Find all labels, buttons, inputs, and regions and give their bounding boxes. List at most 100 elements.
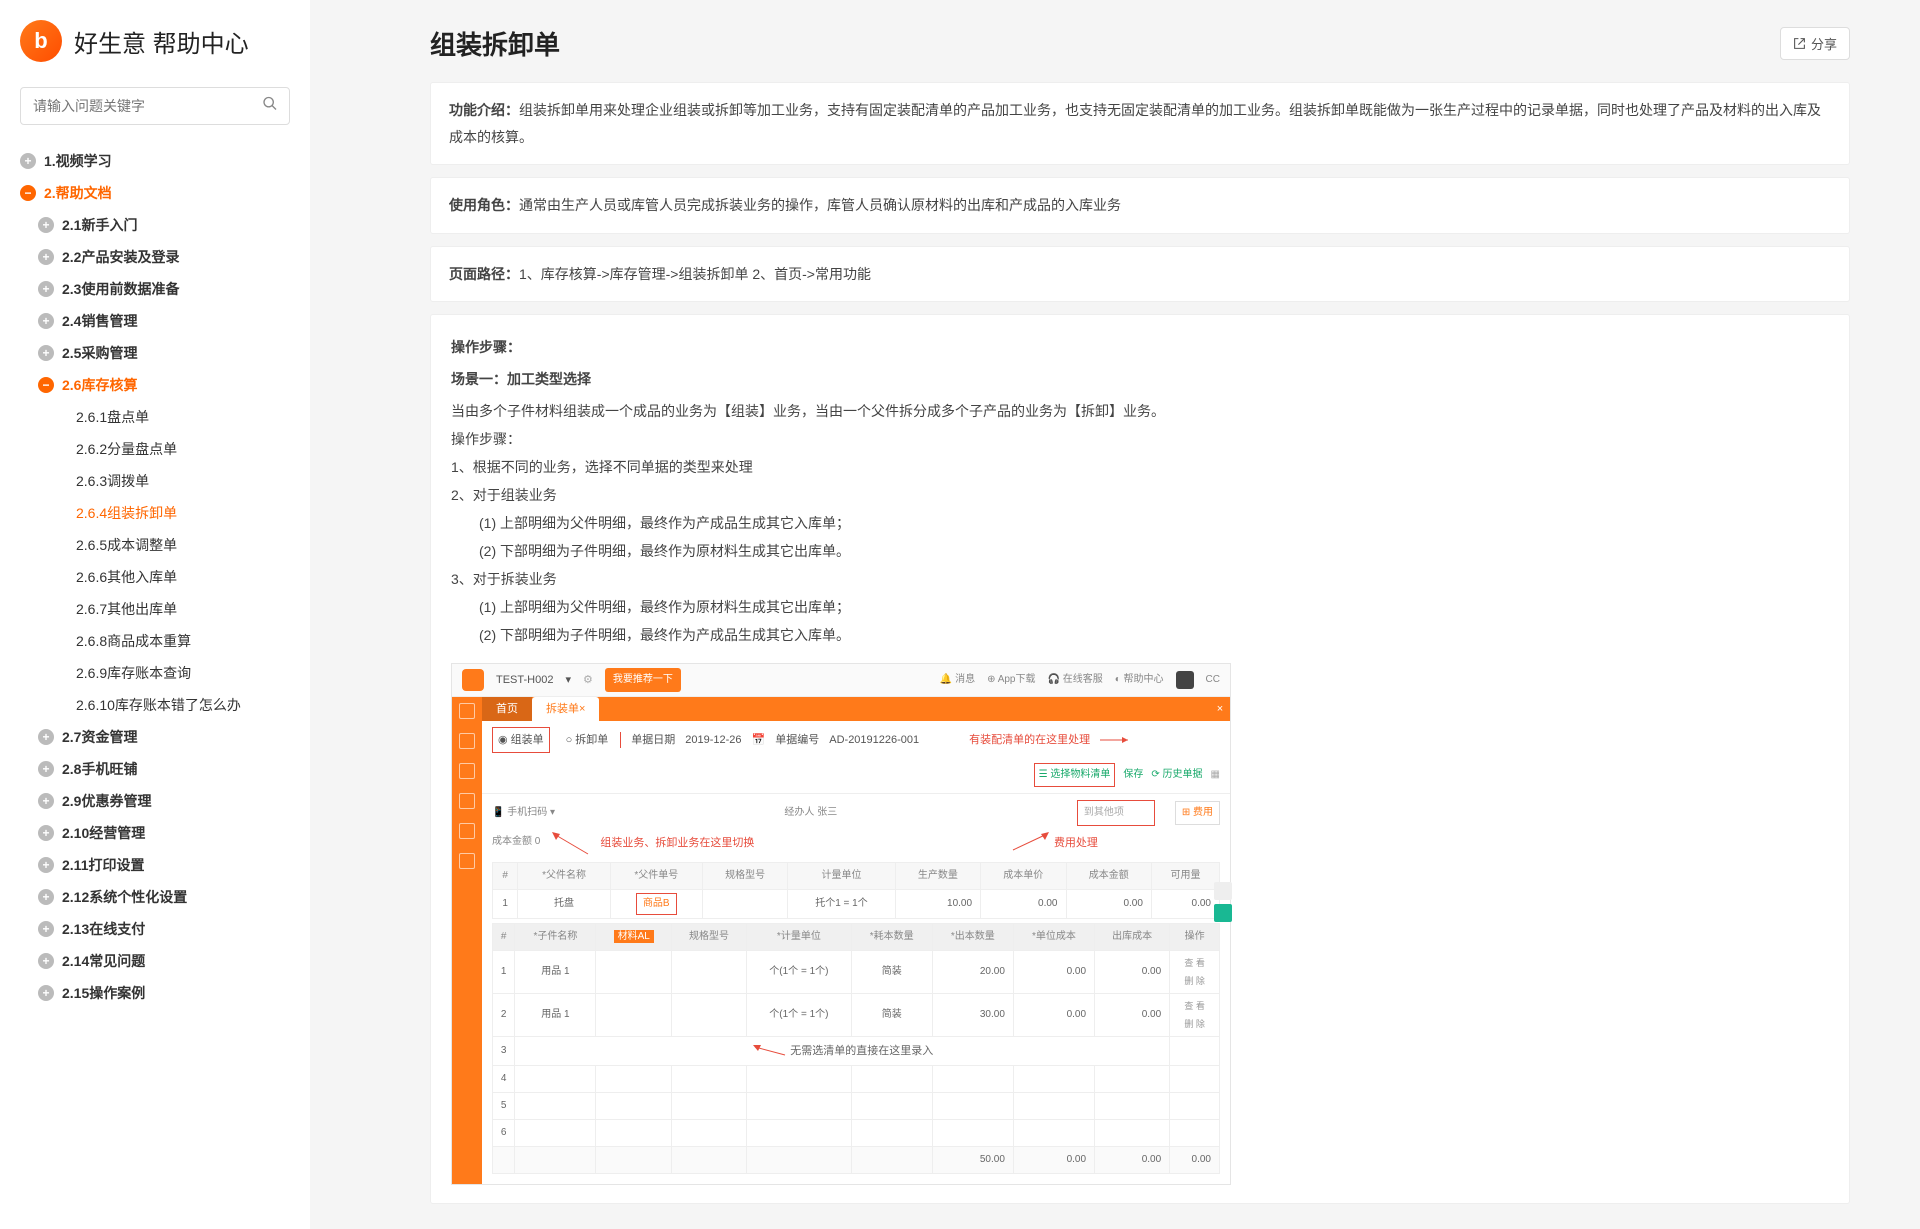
mock-radio-disassemble: ○ 拆卸单	[560, 728, 615, 752]
search-icon[interactable]	[262, 96, 278, 117]
nav-2-9[interactable]: +2.9优惠券管理	[20, 785, 290, 817]
mock-anno-1: 有装配清单的在这里处理	[969, 729, 1090, 751]
plus-icon: +	[38, 281, 54, 297]
nav-2-6-2[interactable]: 2.6.2分量盘点单	[20, 433, 290, 465]
mock-anno-row: 成本金额 0 组装业务、拆卸业务在这里切换 费用处理	[482, 832, 1230, 862]
scene-label: 场景一：加工类型选择	[451, 365, 1829, 393]
nav-2-1[interactable]: +2.1新手入门	[20, 209, 290, 241]
nav-2-14[interactable]: +2.14常见问题	[20, 945, 290, 977]
mock-table-parent: #*父件名称*父件单号规格型号计量单位生产数量成本单价成本金额可用量 1托盘商品…	[482, 862, 1230, 1184]
step-2b: (2) 下部明细为子件明细，最终作为原材料生成其它出库单。	[451, 537, 1829, 565]
logo-icon: b	[20, 20, 62, 62]
nav-2-6-10[interactable]: 2.6.10库存账本错了怎么办	[20, 689, 290, 721]
arrow-icon	[1100, 735, 1130, 745]
mock-logo-icon	[462, 669, 484, 691]
side-icon	[459, 703, 475, 719]
nav-2-4[interactable]: +2.4销售管理	[20, 305, 290, 337]
mock-anno-right: 费用处理	[1054, 837, 1098, 849]
mock-sidenav	[452, 697, 482, 1184]
nav-2-6[interactable]: −2.6库存核算	[20, 369, 290, 401]
mock-date-label: 单据日期	[631, 729, 675, 751]
mock-row2: 📱 手机扫码 ▾ 经办人 张三 到其他项 ⊞ 费用	[482, 794, 1230, 832]
mock-msg: 🔔 消息	[940, 670, 975, 690]
side-icon	[459, 853, 475, 869]
substeps-label: 操作步骤：	[451, 425, 1829, 453]
close-icon: ×	[1210, 698, 1230, 720]
nav-2-13[interactable]: +2.13在线支付	[20, 913, 290, 945]
main: 组装拆卸单 分享 功能介绍：组装拆卸单用来处理企业组装或拆卸等加工业务，支持有固…	[310, 0, 1910, 1229]
logo-row: b 好生意 帮助中心	[20, 20, 290, 62]
mock-top-name: TEST-H002	[496, 669, 553, 691]
plus-icon: +	[38, 857, 54, 873]
nav-2-5[interactable]: +2.5采购管理	[20, 337, 290, 369]
mock-code-label: 单据编号	[775, 729, 819, 751]
mock-code: AD-20191226-001	[829, 729, 919, 751]
table-row: 5	[493, 1093, 1220, 1120]
path-label: 页面路径：	[449, 266, 519, 282]
nav-2-6-7[interactable]: 2.6.7其他出库单	[20, 593, 290, 625]
nav-2-2[interactable]: +2.2产品安装及登录	[20, 241, 290, 273]
plus-icon: +	[38, 313, 54, 329]
role-card: 使用角色：通常由生产人员或库管人员完成拆装业务的操作，库管人员确认原材料的出库和…	[430, 177, 1850, 234]
nav: +1.视频学习 −2.帮助文档 +2.1新手入门 +2.2产品安装及登录 +2.…	[20, 145, 290, 1009]
mock-date: 2019-12-26	[685, 729, 741, 751]
nav-2-7[interactable]: +2.7资金管理	[20, 721, 290, 753]
plus-icon: +	[38, 761, 54, 777]
mock-topbar: TEST-H002 ▾ ⚙ 我要推荐一下 🔔 消息 ⊕ App下载 🎧 在线客服…	[452, 664, 1230, 697]
plus-icon: +	[38, 249, 54, 265]
nav-video[interactable]: +1.视频学习	[20, 145, 290, 177]
nav-2-6-8[interactable]: 2.6.8商品成本重算	[20, 625, 290, 657]
plus-icon: +	[38, 729, 54, 745]
plus-icon: +	[38, 921, 54, 937]
gear-icon: ⚙	[583, 669, 593, 691]
sidebar: b 好生意 帮助中心 +1.视频学习 −2.帮助文档 +2.1新手入门 +2.2…	[0, 0, 310, 1229]
share-button[interactable]: 分享	[1780, 27, 1850, 60]
mock-actions: ☰ 选择物料清单 保存 ⟳ 历史单据 ▦	[1034, 763, 1220, 787]
plus-icon: +	[38, 889, 54, 905]
table-row: 1用品 1个(1个 = 1个)简装20.000.000.00查 看删 除	[493, 951, 1220, 994]
step-3: 3、对于拆装业务	[451, 565, 1829, 593]
role-label: 使用角色：	[449, 197, 519, 213]
steps-label: 操作步骤：	[451, 333, 1829, 361]
mock-tab-home: 首页	[482, 697, 532, 721]
minus-icon: −	[38, 377, 54, 393]
nav-2-6-3[interactable]: 2.6.3调拨单	[20, 465, 290, 497]
table-row: 2用品 1个(1个 = 1个)简装30.000.000.00查 看删 除	[493, 994, 1220, 1037]
share-icon	[1793, 37, 1806, 50]
arrow-icon	[751, 1045, 787, 1057]
mock-tabs: 首页 拆装单 × ×	[482, 697, 1230, 721]
nav-2-15[interactable]: +2.15操作案例	[20, 977, 290, 1009]
nav-2-12[interactable]: +2.12系统个性化设置	[20, 881, 290, 913]
search-input[interactable]	[20, 87, 290, 125]
plus-icon: +	[38, 825, 54, 841]
path-card: 页面路径：1、库存核算->库存管理->组装拆卸单 2、首页->常用功能	[430, 246, 1850, 303]
mock-operator: 经办人 张三	[784, 803, 1056, 823]
nav-2-6-4[interactable]: 2.6.4组装拆卸单	[20, 497, 290, 529]
nav-2-6-9[interactable]: 2.6.9库存账本查询	[20, 657, 290, 689]
arrow-icon	[550, 832, 590, 856]
mock-radio-assemble: ◉ 组装单	[492, 727, 550, 753]
step-2a: (1) 上部明细为父件明细，最终作为产成品生成其它入库单；	[451, 509, 1829, 537]
search-box	[20, 87, 290, 125]
mock-fee-button: ⊞ 费用	[1175, 801, 1220, 825]
intro-label: 功能介绍：	[449, 102, 519, 118]
nav-2-10[interactable]: +2.10经营管理	[20, 817, 290, 849]
nav-2-11[interactable]: +2.11打印设置	[20, 849, 290, 881]
nav-2-6-6[interactable]: 2.6.6其他入库单	[20, 561, 290, 593]
mock-recommend-button: 我要推荐一下	[605, 668, 681, 692]
table-row: 1托盘商品B托个1 = 1个10.000.000.000.00	[493, 890, 1220, 919]
side-icon	[459, 793, 475, 809]
nav-2-6-5[interactable]: 2.6.5成本调整单	[20, 529, 290, 561]
nav-docs[interactable]: −2.帮助文档	[20, 177, 290, 209]
mock-anno-left: 组装业务、拆卸业务在这里切换	[600, 832, 754, 854]
nav-2-8[interactable]: +2.8手机旺铺	[20, 753, 290, 785]
mock-tab-current: 拆装单 ×	[532, 697, 599, 721]
nav-2-6-1[interactable]: 2.6.1盘点单	[20, 401, 290, 433]
steps-card: 操作步骤： 场景一：加工类型选择 当由多个子件材料组装成一个成品的业务为【组装】…	[430, 314, 1850, 1204]
nav-2-3[interactable]: +2.3使用前数据准备	[20, 273, 290, 305]
side-icon	[459, 823, 475, 839]
intro-text: 组装拆卸单用来处理企业组装或拆卸等加工业务，支持有固定装配清单的产品加工业务，也…	[449, 102, 1821, 145]
role-text: 通常由生产人员或库管人员完成拆装业务的操作，库管人员确认原材料的出库和产成品的入…	[519, 197, 1121, 213]
arrow-icon	[1011, 832, 1051, 852]
side-icon	[459, 733, 475, 749]
